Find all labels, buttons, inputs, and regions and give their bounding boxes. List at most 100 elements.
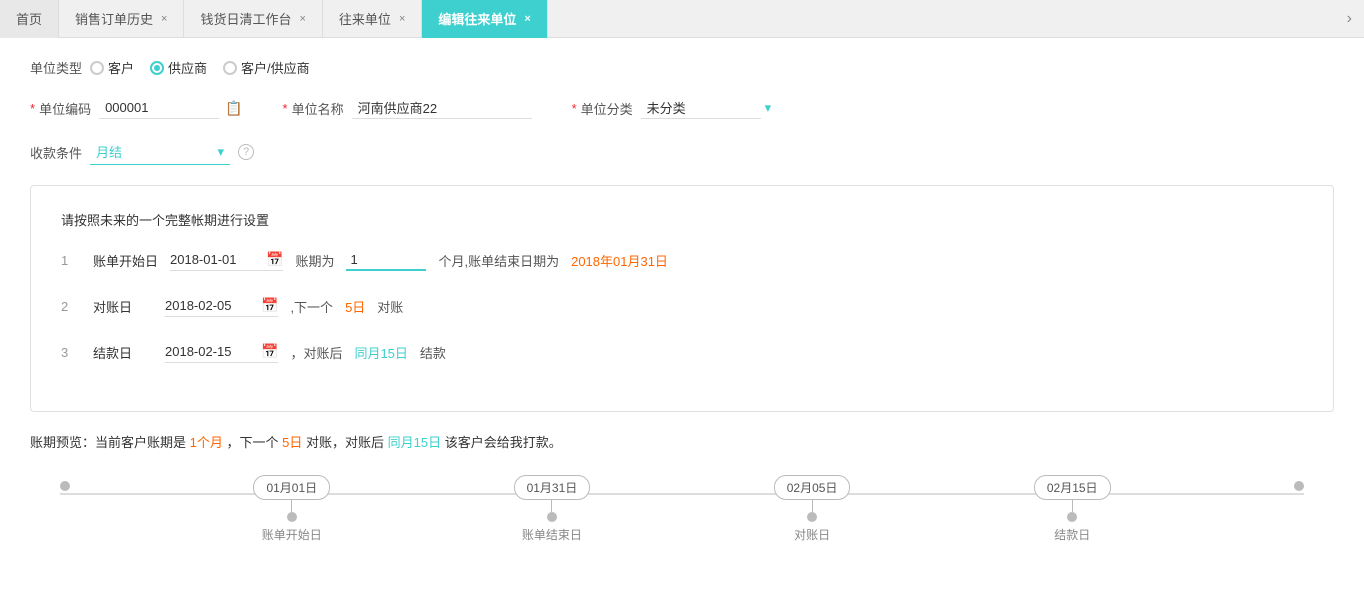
timeline-dot-2 xyxy=(547,512,557,522)
timeline-dot-4 xyxy=(1067,512,1077,522)
panel-title: 请按照未来的一个完整帐期进行设置 xyxy=(61,210,1303,229)
unit-category-dropdown-icon[interactable]: ▾ xyxy=(765,100,772,116)
step-2-label: 对账日 xyxy=(93,297,153,316)
tab-sales-history[interactable]: 销售订单历史 × xyxy=(59,0,184,38)
period-input[interactable] xyxy=(346,250,426,271)
timeline-point-1: 01月01日 账单开始日 xyxy=(253,475,330,543)
radio-customer-label: 客户 xyxy=(108,58,134,77)
reconcile-date-calendar-icon[interactable]: 📅 xyxy=(261,297,278,314)
timeline-label-2: 账单结束日 xyxy=(522,526,582,543)
step-3-desc-suffix: 结款 xyxy=(420,343,446,362)
preview-part1: 1个月 xyxy=(190,435,223,450)
timeline-label-4: 结款日 xyxy=(1054,526,1090,543)
timeline-badge-2: 01月31日 xyxy=(514,475,591,500)
timeline-badge-4: 02月15日 xyxy=(1034,475,1111,500)
unit-category-input[interactable] xyxy=(641,97,761,119)
timeline-badge-3: 02月05日 xyxy=(774,475,851,500)
step-3-desc-prefix: ，对账后 xyxy=(290,343,342,362)
close-edit-partner-icon[interactable]: × xyxy=(524,13,530,25)
unit-type-label: 单位类型 xyxy=(30,58,82,77)
timeline-label-1: 账单开始日 xyxy=(262,526,322,543)
close-cash-work-icon[interactable]: × xyxy=(299,13,305,25)
payment-date-wrap: 📅 xyxy=(165,341,278,363)
step-2-num: 2 xyxy=(61,299,81,314)
end-dot xyxy=(1294,481,1304,491)
setting-row-1: 1 账单开始日 📅 账期为 个月,账单结束日期为 2018年01月31日 xyxy=(61,249,1303,271)
timeline-tick-4 xyxy=(1072,500,1073,512)
setting-row-3: 3 结款日 📅 ，对账后 同月15日 结款 xyxy=(61,341,1303,363)
tab-bar: 首页 销售订单历史 × 钱货日清工作台 × 往来单位 × 编辑往来单位 × › xyxy=(0,0,1364,38)
tab-edit-partner[interactable]: 编辑往来单位 × xyxy=(422,0,547,38)
step-2-desc-prefix: ,下一个 xyxy=(290,297,333,316)
timeline-dot-3 xyxy=(807,512,817,522)
preview-section: 账期预览：当前客户账期是 1个月 ，下一个 5日 对账，对账后 同月15日 该客… xyxy=(30,432,1334,451)
radio-both[interactable]: 客户/供应商 xyxy=(223,58,310,77)
radio-customer[interactable]: 客户 xyxy=(90,58,134,77)
step-1-label: 账单开始日 xyxy=(93,251,158,270)
unit-name-star: * xyxy=(283,101,288,116)
unit-name-label: 单位名称 xyxy=(292,99,344,118)
radio-supplier-label: 供应商 xyxy=(168,58,207,77)
preview-part3: 5日 xyxy=(282,435,302,450)
close-sales-history-icon[interactable]: × xyxy=(161,13,167,25)
step-3-num: 3 xyxy=(61,345,81,360)
preview-part6: 该客户会给我打款。 xyxy=(445,435,562,450)
tab-cash-work[interactable]: 钱货日清工作台 × xyxy=(184,0,322,38)
step-1-desc-suffix: 个月,账单结束日期为 xyxy=(438,251,559,270)
payment-date-calendar-icon[interactable]: 📅 xyxy=(261,343,278,360)
radio-supplier-circle xyxy=(150,61,164,75)
payment-condition-label: 收款条件 xyxy=(30,143,82,162)
timeline-label-3: 对账日 xyxy=(794,526,830,543)
unit-category-group: * 单位分类 ▾ xyxy=(572,97,772,119)
unit-name-input[interactable] xyxy=(352,97,532,119)
step-2-highlight: 5日 xyxy=(345,297,365,316)
unit-code-group: * 单位编码 📋 xyxy=(30,97,243,119)
unit-type-row: 单位类型 客户 供应商 客户/供应商 xyxy=(30,58,1334,77)
payment-condition-row: 收款条件 月结 ▾ ? xyxy=(30,139,1334,165)
timeline-end-dot-wrap xyxy=(1294,475,1304,491)
radio-both-circle xyxy=(223,61,237,75)
question-icon[interactable]: ? xyxy=(238,144,254,160)
reconcile-date-wrap: 📅 xyxy=(165,295,278,317)
radio-both-label: 客户/供应商 xyxy=(241,58,310,77)
payment-condition-value: 月结 xyxy=(96,142,213,161)
close-partner-icon[interactable]: × xyxy=(399,13,405,25)
condition-dropdown-icon: ▾ xyxy=(217,144,224,160)
tab-home[interactable]: 首页 xyxy=(0,0,59,38)
timeline-point-2: 01月31日 账单结束日 xyxy=(514,475,591,543)
timeline-tick-2 xyxy=(551,500,552,512)
step-1-desc-prefix: 账期为 xyxy=(295,251,334,270)
step-3-label: 结款日 xyxy=(93,343,153,362)
preview-label: 账期预览：当前客户账期是 xyxy=(30,435,186,450)
step-1-end-date: 2018年01月31日 xyxy=(571,251,668,270)
unit-code-input[interactable] xyxy=(99,97,219,119)
payment-condition-select[interactable]: 月结 ▾ xyxy=(90,139,230,165)
timeline-badge-1: 01月01日 xyxy=(253,475,330,500)
preview-part2: ，下一个 xyxy=(227,435,279,450)
tab-more-icon[interactable]: › xyxy=(1335,10,1364,28)
timeline-start-dot xyxy=(60,475,70,491)
step-3-highlight: 同月15日 xyxy=(354,343,407,362)
tab-partner[interactable]: 往来单位 × xyxy=(323,0,422,38)
preview-part4: 对账，对账后 xyxy=(306,435,384,450)
unit-name-group: * 单位名称 xyxy=(283,97,532,119)
payment-date-input[interactable] xyxy=(165,344,255,359)
radio-group-unit-type: 客户 供应商 客户/供应商 xyxy=(90,58,310,77)
start-dot xyxy=(60,481,70,491)
step-1-num: 1 xyxy=(61,253,81,268)
unit-category-label: 单位分类 xyxy=(581,99,633,118)
timeline-tick-3 xyxy=(812,500,813,512)
start-date-input[interactable] xyxy=(170,252,260,267)
unit-code-calendar-icon[interactable]: 📋 xyxy=(225,100,242,117)
start-date-calendar-icon[interactable]: 📅 xyxy=(266,251,283,268)
unit-code-label: 单位编码 xyxy=(39,99,91,118)
settings-panel: 请按照未来的一个完整帐期进行设置 1 账单开始日 📅 账期为 个月,账单结束日期… xyxy=(30,185,1334,412)
setting-row-2: 2 对账日 📅 ,下一个 5日 对账 xyxy=(61,295,1303,317)
unit-details-row: * 单位编码 📋 * 单位名称 * 单位分类 ▾ xyxy=(30,97,1334,119)
unit-code-star: * xyxy=(30,101,35,116)
radio-supplier[interactable]: 供应商 xyxy=(150,58,207,77)
reconcile-date-input[interactable] xyxy=(165,298,255,313)
radio-customer-circle xyxy=(90,61,104,75)
timeline-point-3: 02月05日 对账日 xyxy=(774,475,851,543)
timeline-point-4: 02月15日 结款日 xyxy=(1034,475,1111,543)
